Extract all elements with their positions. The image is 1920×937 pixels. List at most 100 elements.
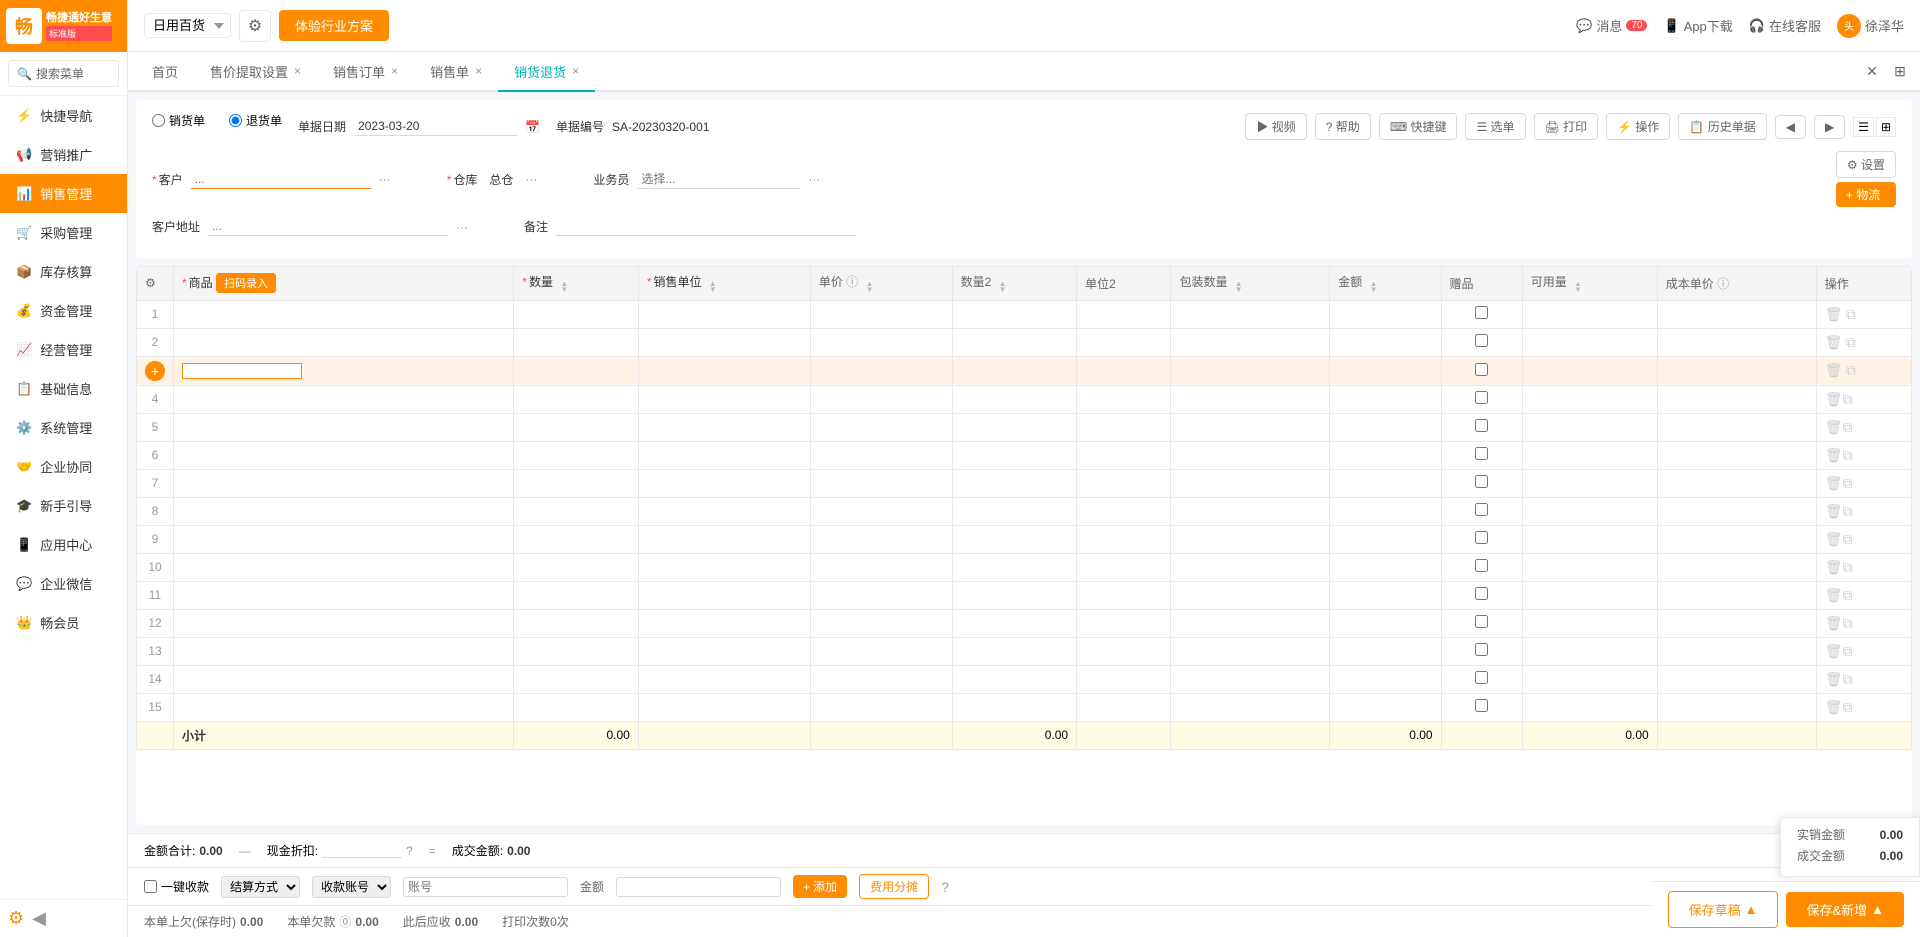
note-input[interactable] — [556, 217, 856, 236]
close-tab-button[interactable]: ✕ — [1860, 59, 1884, 83]
gift-checkbox-2[interactable] — [1475, 334, 1488, 347]
unit-cell-2[interactable] — [638, 328, 810, 356]
tab-sales-delivery[interactable]: 销售单 × — [414, 52, 498, 92]
discount-help-icon[interactable]: ? — [406, 844, 413, 858]
qty2-cell-1[interactable] — [952, 300, 1077, 328]
delete-row-14[interactable]: 🗑 — [1825, 671, 1843, 688]
avail-cell-2[interactable] — [1522, 328, 1657, 356]
calendar-icon[interactable]: 📅 — [525, 120, 540, 134]
maximize-tab-button[interactable]: ⊞ — [1888, 59, 1912, 83]
amount-sort-icon[interactable]: ▲▼ — [1370, 281, 1378, 294]
sidebar-item-basic[interactable]: 📋 基础信息 — [0, 369, 127, 408]
address-input[interactable] — [208, 217, 448, 236]
collapse-sidebar-button[interactable]: ◀ — [32, 908, 46, 929]
radio-sales[interactable]: 销货单 — [152, 112, 205, 129]
customer-input[interactable] — [191, 170, 371, 189]
grid-view-icon[interactable]: ⊞ — [1876, 117, 1896, 137]
copy-row-2[interactable]: ⧉ — [1846, 334, 1856, 351]
unit-cell-3[interactable] — [638, 356, 810, 385]
copy-row-10[interactable]: ⧉ — [1843, 559, 1853, 576]
account-select[interactable]: 收款账号 — [312, 876, 391, 898]
user-item[interactable]: 头 徐泽华 — [1837, 14, 1904, 38]
cost-cell-2[interactable] — [1657, 328, 1816, 356]
cost-info-icon[interactable]: ⓘ — [1717, 277, 1729, 291]
list-view-icon[interactable]: ☰ — [1853, 117, 1874, 137]
sidebar-item-wechat[interactable]: 💬 企业微信 — [0, 564, 127, 603]
sidebar-item-system[interactable]: ⚙️ 系统管理 — [0, 408, 127, 447]
address-more-icon[interactable]: ··· — [456, 220, 468, 234]
print-count-button[interactable]: 打印次数0次 — [502, 913, 569, 930]
save-draft-button[interactable]: 保存草稿 ▲ — [1668, 891, 1779, 928]
add-row-button[interactable]: + — [145, 361, 165, 381]
product-input-3[interactable] — [182, 363, 302, 379]
settings-form-button[interactable]: ⚙ 设置 — [1836, 151, 1896, 178]
qty2-sort-icon[interactable]: ▲▼ — [999, 281, 1007, 294]
pkg-cell-2[interactable] — [1171, 328, 1330, 356]
sidebar-item-purchase[interactable]: 🛒 采购管理 — [0, 213, 127, 252]
help-button[interactable]: ? 帮助 — [1315, 113, 1371, 140]
delete-row-6[interactable]: 🗑 — [1825, 447, 1843, 464]
customer-more-icon[interactable]: ··· — [379, 172, 391, 186]
tab-sales-return[interactable]: 销货退货 × — [498, 52, 595, 92]
price-cell-2[interactable] — [810, 328, 952, 356]
one-click-payment-label[interactable]: 一键收款 — [144, 878, 209, 895]
delete-row-11[interactable]: 🗑 — [1825, 587, 1843, 604]
sidebar-item-shortcut[interactable]: ⚡ 快捷导航 — [0, 96, 127, 135]
unit-cell-1[interactable] — [638, 300, 810, 328]
date-input[interactable] — [354, 117, 517, 136]
warehouse-more-icon[interactable]: ··· — [525, 172, 537, 186]
tab-price-set[interactable]: 售价提取设置 × — [194, 52, 317, 92]
copy-row-9[interactable]: ⧉ — [1843, 531, 1853, 548]
unit2-cell-2[interactable] — [1077, 328, 1171, 356]
tab-close-price-set[interactable]: × — [294, 64, 301, 78]
copy-row-8[interactable]: ⧉ — [1843, 503, 1853, 520]
select-button[interactable]: ☰ 选单 — [1465, 113, 1525, 140]
sidebar-item-finance[interactable]: 💰 资金管理 — [0, 291, 127, 330]
copy-row-13[interactable]: ⧉ — [1843, 643, 1853, 660]
salesperson-input[interactable] — [637, 170, 800, 189]
tab-close-sales-return[interactable]: × — [572, 64, 579, 78]
experience-button[interactable]: 体验行业方案 — [279, 10, 389, 41]
product-input-1[interactable] — [182, 307, 505, 321]
gift-cell-3[interactable] — [1441, 356, 1522, 385]
split-help-icon[interactable]: ? — [941, 879, 949, 895]
delete-row-8[interactable]: 🗑 — [1825, 503, 1843, 520]
price-sort-icon[interactable]: ▲▼ — [866, 281, 874, 294]
price-cell-1[interactable] — [810, 300, 952, 328]
account-number-input[interactable] — [403, 877, 568, 897]
sidebar-item-app[interactable]: 📱 应用中心 — [0, 525, 127, 564]
payment-amount-input[interactable] — [616, 877, 781, 897]
unit2-cell-3[interactable] — [1077, 356, 1171, 385]
delete-row-9[interactable]: 🗑 — [1825, 531, 1843, 548]
copy-row-15[interactable]: ⧉ — [1843, 699, 1853, 716]
copy-row-1[interactable]: ⧉ — [1846, 306, 1856, 323]
avail-cell-1[interactable] — [1522, 300, 1657, 328]
prev-record-button[interactable]: ◀ — [1775, 115, 1806, 139]
sidebar-item-sales[interactable]: 📊 销售管理 — [0, 174, 127, 213]
video-button[interactable]: ▶ 视频 — [1245, 113, 1306, 140]
qty-cell-2[interactable] — [514, 328, 639, 356]
logistics-button[interactable]: + 物流 — [1836, 182, 1896, 207]
sidebar-item-member[interactable]: 👑 畅会员 — [0, 603, 127, 642]
message-item[interactable]: 💬 消息 70 — [1576, 16, 1647, 35]
add-payment-button[interactable]: + 添加 — [793, 875, 847, 898]
avail-sort-icon[interactable]: ▲▼ — [1574, 281, 1582, 294]
tab-sales-order[interactable]: 销售订单 × — [317, 52, 414, 92]
download-item[interactable]: 📱 App下载 — [1663, 16, 1732, 35]
delete-row-4[interactable]: 🗑 — [1825, 391, 1843, 408]
sidebar-item-enterprise[interactable]: 🤝 企业协同 — [0, 447, 127, 486]
copy-row-4[interactable]: ⧉ — [1843, 391, 1853, 408]
gift-cell-1[interactable] — [1441, 300, 1522, 328]
radio-input-sales[interactable] — [152, 114, 165, 127]
product-cell-1[interactable] — [174, 300, 514, 328]
unit2-cell-1[interactable] — [1077, 300, 1171, 328]
price-cell-3[interactable] — [810, 356, 952, 385]
radio-return[interactable]: 退货单 — [229, 112, 282, 129]
scan-button[interactable]: 扫码录入 — [216, 273, 276, 293]
discount-input[interactable] — [322, 843, 402, 858]
settlement-select[interactable]: 结算方式 — [221, 876, 300, 898]
price-info-icon[interactable]: ⓘ — [846, 275, 858, 289]
product-cell-3[interactable] — [174, 356, 514, 385]
save-new-button[interactable]: 保存&新增 ▲ — [1786, 892, 1904, 927]
industry-select[interactable]: 日用百货 — [144, 13, 231, 38]
